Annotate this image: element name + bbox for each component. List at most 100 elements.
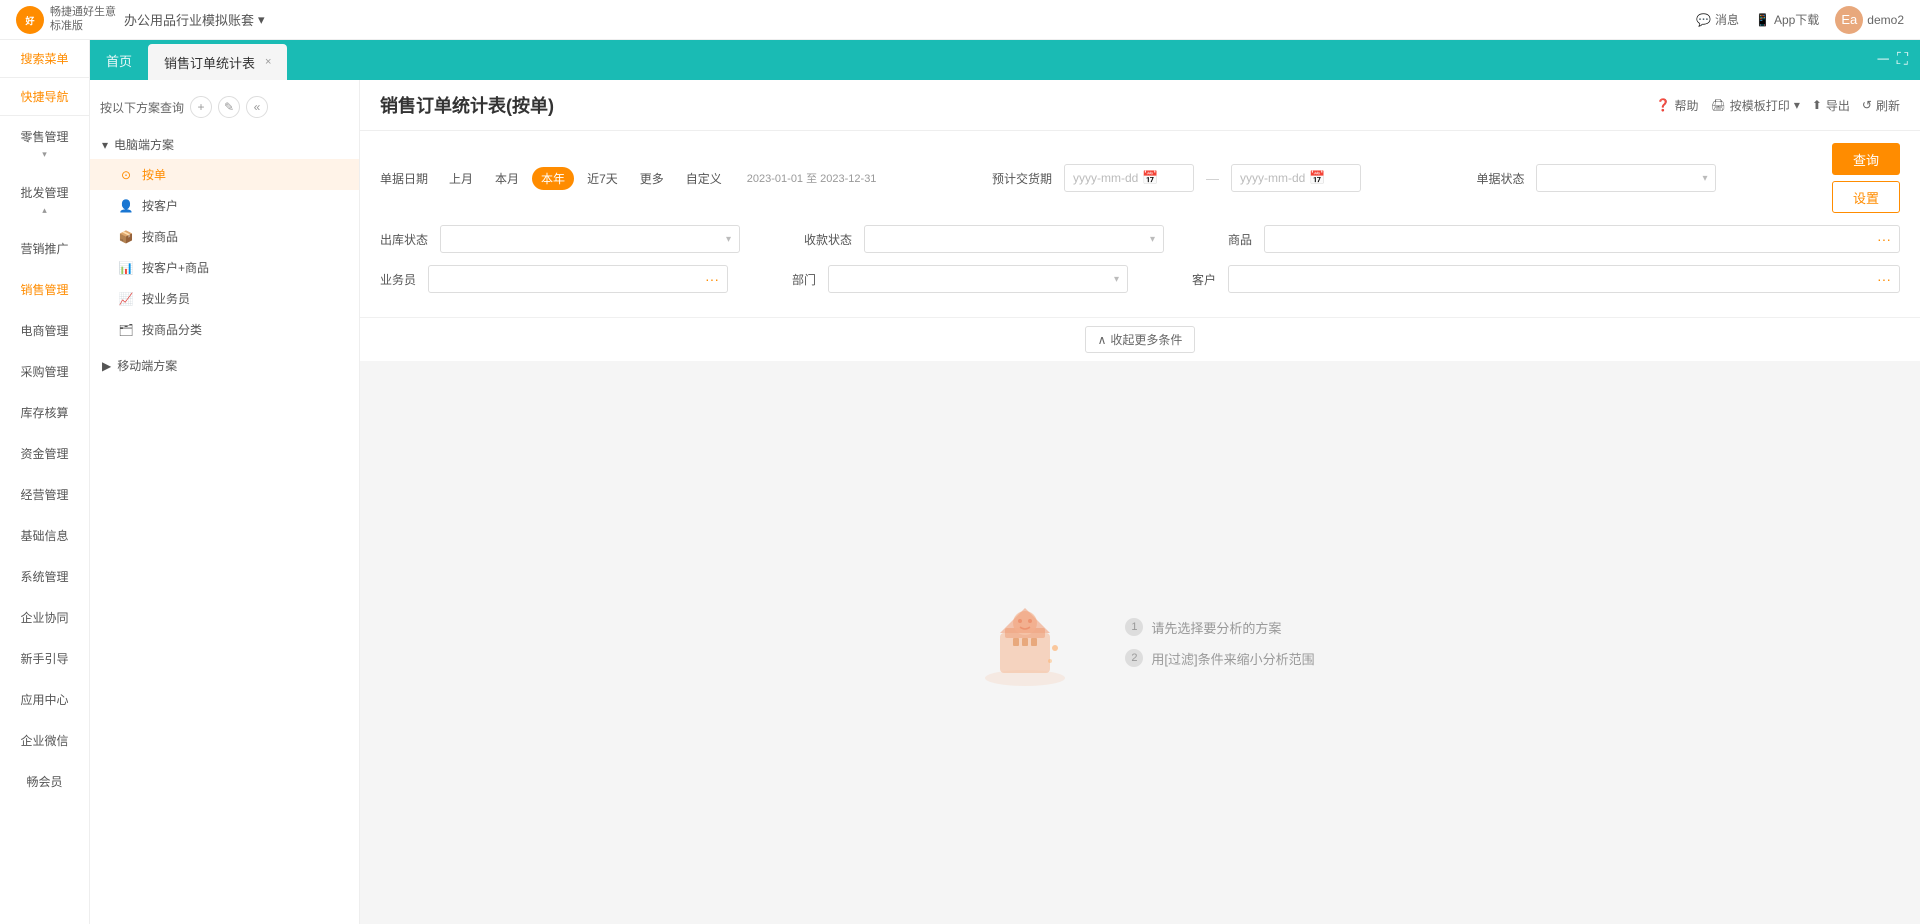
- sidebar-item-sales[interactable]: 销售管理: [0, 269, 89, 310]
- scheme-item-by-customer[interactable]: 👤 按客户: [90, 190, 359, 221]
- app-download-button[interactable]: 📱 App下载: [1755, 11, 1819, 28]
- sidebar-item-finance[interactable]: 资金管理: [0, 433, 89, 474]
- print-button[interactable]: 🖨 按模板打印 ▾: [1711, 97, 1800, 114]
- chevron-down-icon: ▾: [726, 234, 731, 245]
- sidebar-item-retail[interactable]: 零售管理 ▾: [0, 116, 89, 172]
- message-button[interactable]: 💬 消息: [1696, 11, 1739, 28]
- sidebar-item-purchase[interactable]: 采购管理: [0, 351, 89, 392]
- top-bar-left: 好 畅捷通好生意 标准版 办公用品行业模拟账套 ▾: [16, 6, 265, 34]
- scheme-group-mobile-title[interactable]: ▶ 移动端方案: [90, 351, 359, 380]
- filter-area: 单据日期 上月 本月 本年 近7天 更多 自定义 2023-01-01 至 20…: [360, 131, 1920, 317]
- sidebar-item-system[interactable]: 系统管理: [0, 556, 89, 597]
- main-layout: 搜索菜单 快捷导航 零售管理 ▾ 批发管理 ▴ 营销推广 销售管理 电商管理 采…: [0, 40, 1920, 924]
- this-month-btn[interactable]: 本月: [486, 167, 528, 190]
- customer-select[interactable]: ···: [1228, 265, 1900, 293]
- user-menu[interactable]: Ea demo2: [1835, 6, 1904, 34]
- order-status-select[interactable]: ▾: [1536, 164, 1716, 192]
- prev-month-btn[interactable]: 上月: [440, 167, 482, 190]
- top-bar-right: 💬 消息 📱 App下载 Ea demo2: [1696, 6, 1904, 34]
- page-header-actions: ❓ 帮助 🖨 按模板打印 ▾ ⬆ 导出: [1656, 97, 1900, 114]
- tab-close-icon[interactable]: ×: [265, 56, 271, 68]
- scheme-group-pc-title[interactable]: ▾ 电脑端方案: [90, 130, 359, 159]
- more-date-btn[interactable]: 更多: [631, 167, 673, 190]
- chevron-right-icon: ▶: [102, 359, 111, 373]
- empty-state: 1 请先选择要分析的方案 2 用[过滤]条件来缩小分析范围: [360, 361, 1920, 924]
- tab-bar: 首页 销售订单统计表 × ─ ⛶: [90, 40, 1920, 80]
- scheme-icon: ⊙: [118, 167, 134, 183]
- add-scheme-button[interactable]: +: [190, 96, 212, 118]
- shortcut-nav-button[interactable]: 快捷导航: [0, 78, 89, 116]
- collapse-icon: ∧: [1098, 333, 1107, 347]
- payment-status-select[interactable]: ▾: [864, 225, 1164, 253]
- sidebar-item-operations[interactable]: 经营管理: [0, 474, 89, 515]
- page-title-bar[interactable]: 办公用品行业模拟账套 ▾: [124, 10, 265, 29]
- sidebar-item-appcenter[interactable]: 应用中心: [0, 679, 89, 720]
- edit-scheme-button[interactable]: ✎: [218, 96, 240, 118]
- this-year-btn[interactable]: 本年: [532, 167, 574, 190]
- top-bar: 好 畅捷通好生意 标准版 办公用品行业模拟账套 ▾ 💬 消息 📱 App下载 E…: [0, 0, 1920, 40]
- salesperson-more-icon[interactable]: ···: [705, 271, 719, 287]
- help-button[interactable]: ❓ 帮助: [1656, 97, 1699, 114]
- tab-maximize-icon[interactable]: ⛶: [1897, 51, 1908, 69]
- scheme-item-by-order[interactable]: ⊙ 按单: [90, 159, 359, 190]
- filter-row-3: 业务员 ··· 部门 ▾ 客户: [380, 265, 1900, 293]
- export-button[interactable]: ⬆ 导出: [1812, 97, 1850, 114]
- calendar-icon: 📅: [1309, 170, 1325, 186]
- filter-row-2: 出库状态 ▾ 收款状态 ▾ 商品: [380, 225, 1900, 253]
- expected-date-start-input[interactable]: yyyy-mm-dd 📅: [1064, 164, 1194, 192]
- scheme-item-by-product[interactable]: 📦 按商品: [90, 221, 359, 252]
- sidebar-item-marketing[interactable]: 营销推广: [0, 228, 89, 269]
- dropdown-arrow-icon: ▾: [258, 12, 265, 28]
- empty-hint-2: 2 用[过滤]条件来缩小分析范围: [1125, 649, 1314, 668]
- page-container: 按以下方案查询 + ✎ « ▾ 电脑端方案 ⊙ 按单 👤: [90, 80, 1920, 924]
- tab-minimize-icon[interactable]: ─: [1877, 51, 1888, 69]
- customer-more-icon[interactable]: ···: [1877, 271, 1891, 287]
- delivery-status-select[interactable]: ▾: [440, 225, 740, 253]
- sidebar-item-enterprise[interactable]: 企业协同: [0, 597, 89, 638]
- custom-date-btn[interactable]: 自定义: [677, 167, 731, 190]
- tab-home[interactable]: 首页: [90, 40, 148, 80]
- chevron-down-icon: ▾: [102, 138, 108, 152]
- tab-bar-actions: ─ ⛶: [1877, 51, 1920, 69]
- expected-date-end-input[interactable]: yyyy-mm-dd 📅: [1231, 164, 1361, 192]
- sidebar-item-newuser[interactable]: 新手引导: [0, 638, 89, 679]
- sidebar-item-label: 经营管理: [20, 486, 68, 503]
- chevron-down-icon: ▾: [1114, 274, 1119, 285]
- sidebar-item-ecommerce[interactable]: 电商管理: [0, 310, 89, 351]
- sidebar-item-inventory[interactable]: 库存核算: [0, 392, 89, 433]
- page-title: 销售订单统计表(按单): [380, 92, 554, 118]
- sidebar-item-basic[interactable]: 基础信息: [0, 515, 89, 556]
- department-select[interactable]: ▾: [828, 265, 1128, 293]
- tab-sales-order-stats[interactable]: 销售订单统计表 ×: [148, 44, 287, 80]
- last7days-btn[interactable]: 近7天: [578, 167, 627, 190]
- sidebar-item-label: 企业微信: [20, 732, 68, 749]
- empty-hint-1: 1 请先选择要分析的方案: [1125, 618, 1314, 637]
- scheme-item-by-customer-product[interactable]: 📊 按客户+商品: [90, 252, 359, 283]
- scheme-item-by-category[interactable]: 🗂 按商品分类: [90, 314, 359, 345]
- salesperson-label: 业务员: [380, 271, 416, 288]
- sidebar-item-label: 营销推广: [20, 240, 68, 257]
- sidebar-item-corpwechat[interactable]: 企业微信: [0, 720, 89, 761]
- salesperson-select[interactable]: ···: [428, 265, 728, 293]
- settings-button[interactable]: 设置: [1832, 181, 1900, 213]
- product-select[interactable]: ···: [1264, 225, 1900, 253]
- sidebar-item-label: 零售管理: [20, 128, 68, 145]
- product-more-icon[interactable]: ···: [1877, 231, 1891, 247]
- sidebar-item-wholesale[interactable]: 批发管理 ▴: [0, 172, 89, 228]
- refresh-button[interactable]: ↺ 刷新: [1862, 97, 1900, 114]
- collapse-more-conditions-btn[interactable]: ∧ 收起更多条件: [1085, 326, 1196, 353]
- sidebar-item-label: 销售管理: [20, 281, 68, 298]
- page-header: 销售订单统计表(按单) ❓ 帮助 🖨 按模板打印 ▾: [360, 80, 1920, 131]
- scheme-icon: 👤: [118, 198, 134, 214]
- right-content: 销售订单统计表(按单) ❓ 帮助 🖨 按模板打印 ▾: [360, 80, 1920, 924]
- scheme-icon: 📊: [118, 260, 134, 276]
- scheme-item-by-salesperson[interactable]: 📈 按业务员: [90, 283, 359, 314]
- collapse-row: ∧ 收起更多条件: [360, 317, 1920, 361]
- query-button[interactable]: 查询: [1832, 143, 1900, 175]
- sidebar-item-member[interactable]: 畅会员: [0, 761, 89, 802]
- collapse-panel-button[interactable]: «: [246, 96, 268, 118]
- sidebar: 搜索菜单 快捷导航 零售管理 ▾ 批发管理 ▴ 营销推广 销售管理 电商管理 采…: [0, 40, 90, 924]
- sidebar-item-label: 采购管理: [20, 363, 68, 380]
- avatar: Ea: [1835, 6, 1863, 34]
- search-menu-button[interactable]: 搜索菜单: [0, 40, 89, 78]
